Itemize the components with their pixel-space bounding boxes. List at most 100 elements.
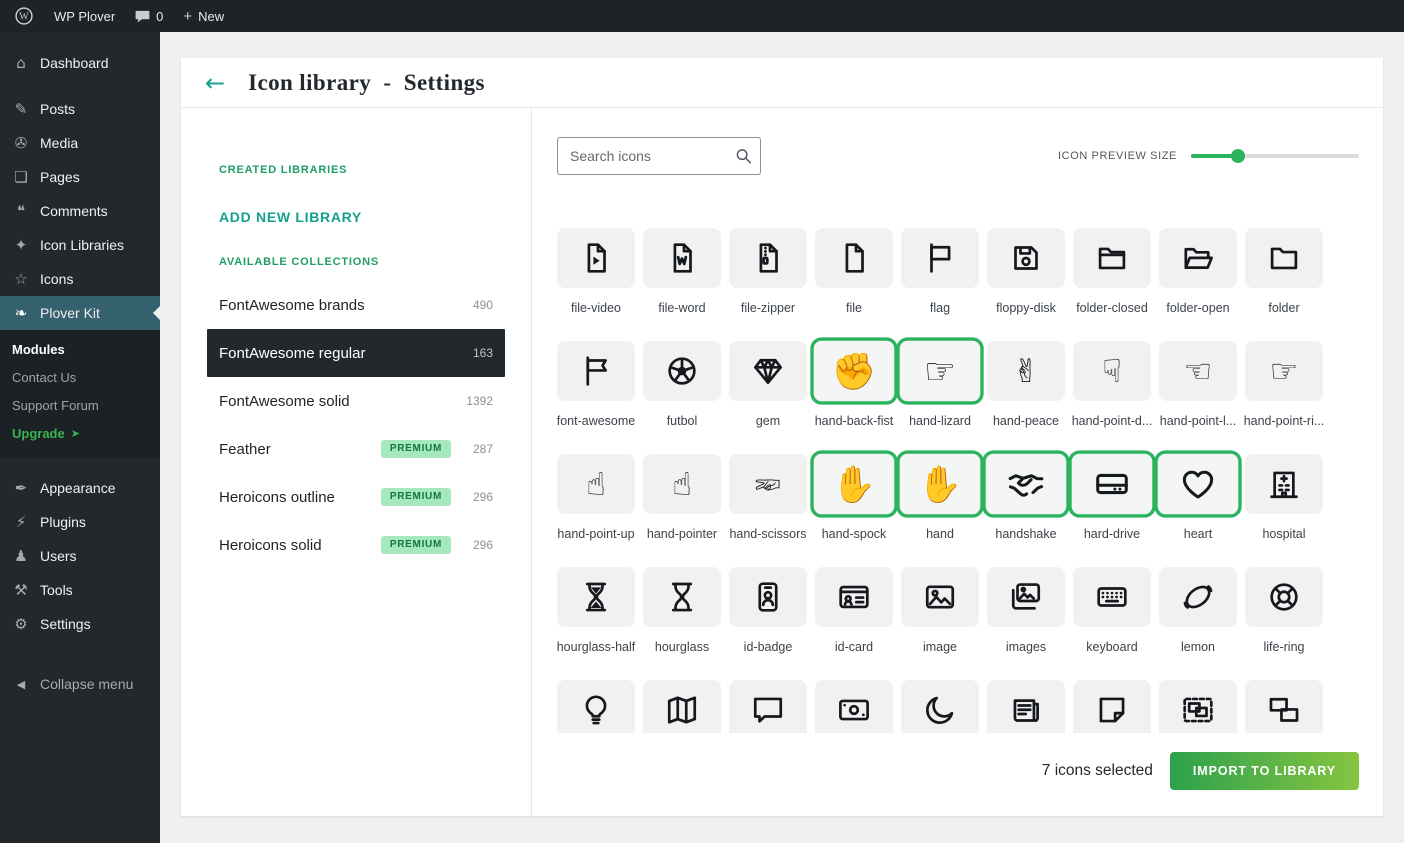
icon-tile-newspaper[interactable] — [987, 680, 1065, 733]
submenu-item-modules[interactable]: Modules — [0, 336, 160, 364]
collection-heroicons-outline[interactable]: Heroicons outlinePREMIUM296 — [207, 473, 505, 521]
icon-tile-file-zipper[interactable]: file-zipper — [729, 228, 807, 315]
icon-tile-hand[interactable]: ✋hand — [901, 454, 979, 541]
icon-tile-moon[interactable] — [901, 680, 979, 733]
icon-tile-money-bill-1[interactable] — [815, 680, 893, 733]
icon-tile-id-card[interactable]: id-card — [815, 567, 893, 654]
collapse-menu-button[interactable]: ◀ Collapse menu — [0, 667, 160, 701]
sidebar-item-plover-kit[interactable]: ❧Plover Kit — [0, 296, 160, 330]
icon-tile-floppy-disk[interactable]: floppy-disk — [987, 228, 1065, 315]
back-arrow-button[interactable]: ← — [205, 71, 225, 95]
sidebar-item-dashboard[interactable]: ⌂Dashboard — [0, 46, 160, 80]
submenu-item-upgrade[interactable]: Upgrade➤ — [0, 420, 160, 448]
icon-tile-gem[interactable]: gem — [729, 341, 807, 428]
comments-icon: ❝ — [11, 204, 31, 219]
icon-tile-folder-closed[interactable]: folder-closed — [1073, 228, 1151, 315]
icon-tile-life-ring[interactable]: life-ring — [1245, 567, 1323, 654]
collection-fontawesome-brands[interactable]: FontAwesome brands490 — [207, 281, 505, 329]
search-icon[interactable] — [735, 148, 752, 165]
icon-tile-hand-back-fist[interactable]: ✊hand-back-fist — [815, 341, 893, 428]
icon-tile-hand-peace[interactable]: ✌hand-peace — [987, 341, 1065, 428]
sidebar-item-appearance[interactable]: ✒Appearance — [0, 471, 160, 505]
submenu-item-contact-us[interactable]: Contact Us — [0, 364, 160, 392]
icon-tile-object-group[interactable] — [1159, 680, 1237, 733]
icon-grid: file-videofile-wordfile-zipperfileflagfl… — [557, 228, 1359, 733]
icon-tile-hospital[interactable]: hospital — [1245, 454, 1323, 541]
wordpress-logo[interactable]: W — [14, 0, 34, 32]
icon-tile-futbol[interactable]: futbol — [643, 341, 721, 428]
icon-tile-map[interactable] — [643, 680, 721, 733]
add-new-library-button[interactable]: ADD NEW LIBRARY — [219, 209, 505, 225]
slider-track[interactable] — [1191, 154, 1359, 158]
keyboard-icon — [1095, 580, 1129, 614]
icon-tile-hand-scissors[interactable]: ✌hand-scissors — [729, 454, 807, 541]
sidebar-item-users[interactable]: ♟Users — [0, 539, 160, 573]
new-content-button[interactable]: + New — [183, 0, 224, 32]
icon-tile-file[interactable]: file — [815, 228, 893, 315]
sidebar-item-icons[interactable]: ☆Icons — [0, 262, 160, 296]
upgrade-arrow-icon: ➤ — [71, 425, 80, 443]
icon-tile-hourglass-half[interactable]: hourglass-half — [557, 567, 635, 654]
icon-tile-file-video[interactable]: file-video — [557, 228, 635, 315]
icon-tile-hand-point-left[interactable]: ☜hand-point-l... — [1159, 341, 1237, 428]
icon-label: file — [808, 301, 900, 315]
collection-fontawesome-regular[interactable]: FontAwesome regular163 — [207, 329, 505, 377]
icon-tile-flag[interactable]: flag — [901, 228, 979, 315]
icon-tile-object-ungroup[interactable] — [1245, 680, 1323, 733]
users-icon: ♟ — [11, 549, 31, 564]
comments-indicator[interactable]: 0 — [135, 0, 163, 32]
sidebar-item-label: Icons — [40, 270, 73, 288]
icon-size-slider[interactable] — [1191, 149, 1359, 163]
hand-spock-icon: ✋ — [832, 466, 877, 502]
icon-tile-hand-point-down[interactable]: ☟hand-point-d... — [1073, 341, 1151, 428]
icon-tile-file-word[interactable]: file-word — [643, 228, 721, 315]
icon-tile-box — [1245, 454, 1323, 514]
sidebar-item-media[interactable]: ✇Media — [0, 126, 160, 160]
icon-label: folder-closed — [1066, 301, 1158, 315]
sidebar-item-tools[interactable]: ⚒Tools — [0, 573, 160, 607]
icon-tile-hand-spock[interactable]: ✋hand-spock — [815, 454, 893, 541]
icon-tile-hard-drive[interactable]: hard-drive — [1073, 454, 1151, 541]
icon-tile-folder-open[interactable]: folder-open — [1159, 228, 1237, 315]
icon-tile-box — [1159, 680, 1237, 733]
icon-tile-image[interactable]: image — [901, 567, 979, 654]
sidebar-item-posts[interactable]: ✎Posts — [0, 92, 160, 126]
site-name-link[interactable]: WP Plover — [54, 0, 115, 32]
sidebar-item-plugins[interactable]: ⚡Plugins — [0, 505, 160, 539]
collection-fontawesome-solid[interactable]: FontAwesome solid1392 — [207, 377, 505, 425]
icon-tile-images[interactable]: images — [987, 567, 1065, 654]
icon-label: font-awesome — [557, 414, 642, 428]
import-to-library-button[interactable]: IMPORT TO LIBRARY — [1170, 752, 1359, 790]
icon-tile-hand-lizard[interactable]: ☞hand-lizard — [901, 341, 979, 428]
sidebar-item-settings[interactable]: ⚙Settings — [0, 607, 160, 641]
icon-tile-hourglass[interactable]: hourglass — [643, 567, 721, 654]
slider-thumb[interactable] — [1231, 149, 1245, 163]
collection-heroicons-solid[interactable]: Heroicons solidPREMIUM296 — [207, 521, 505, 569]
icon-tile-hand-pointer[interactable]: ☝hand-pointer — [643, 454, 721, 541]
icon-tile-keyboard[interactable]: keyboard — [1073, 567, 1151, 654]
icon-tile-hand-point-right[interactable]: ☞hand-point-ri... — [1245, 341, 1323, 428]
admin-bar: W WP Plover 0 + New — [0, 0, 1404, 32]
icon-tile-font-awesome[interactable]: font-awesome — [557, 341, 635, 428]
icon-tile-id-badge[interactable]: id-badge — [729, 567, 807, 654]
submenu-item-label: Support Forum — [12, 397, 99, 415]
icon-tile-heart[interactable]: heart — [1159, 454, 1237, 541]
icon-tile-folder[interactable]: folder — [1245, 228, 1323, 315]
sidebar-item-label: Icon Libraries — [40, 236, 124, 254]
icon-tile-box: ✌ — [729, 454, 807, 514]
icon-tile-message[interactable] — [729, 680, 807, 733]
sidebar-item-icon-libraries[interactable]: ✦Icon Libraries — [0, 228, 160, 262]
icon-tile-handshake[interactable]: handshake — [987, 454, 1065, 541]
submenu-item-support-forum[interactable]: Support Forum — [0, 392, 160, 420]
icon-tile-note-sticky[interactable] — [1073, 680, 1151, 733]
search-input[interactable] — [557, 137, 761, 175]
icon-label: heart — [1152, 527, 1244, 541]
collection-feather[interactable]: FeatherPREMIUM287 — [207, 425, 505, 473]
sidebar-item-comments[interactable]: ❝Comments — [0, 194, 160, 228]
icon-tile-lemon[interactable]: lemon — [1159, 567, 1237, 654]
icon-tile-lightbulb[interactable] — [557, 680, 635, 733]
icon-tile-box: ☜ — [1159, 341, 1237, 401]
sidebar-item-pages[interactable]: ❏Pages — [0, 160, 160, 194]
icon-tile-box — [815, 567, 893, 627]
icon-tile-hand-point-up[interactable]: ☝hand-point-up — [557, 454, 635, 541]
